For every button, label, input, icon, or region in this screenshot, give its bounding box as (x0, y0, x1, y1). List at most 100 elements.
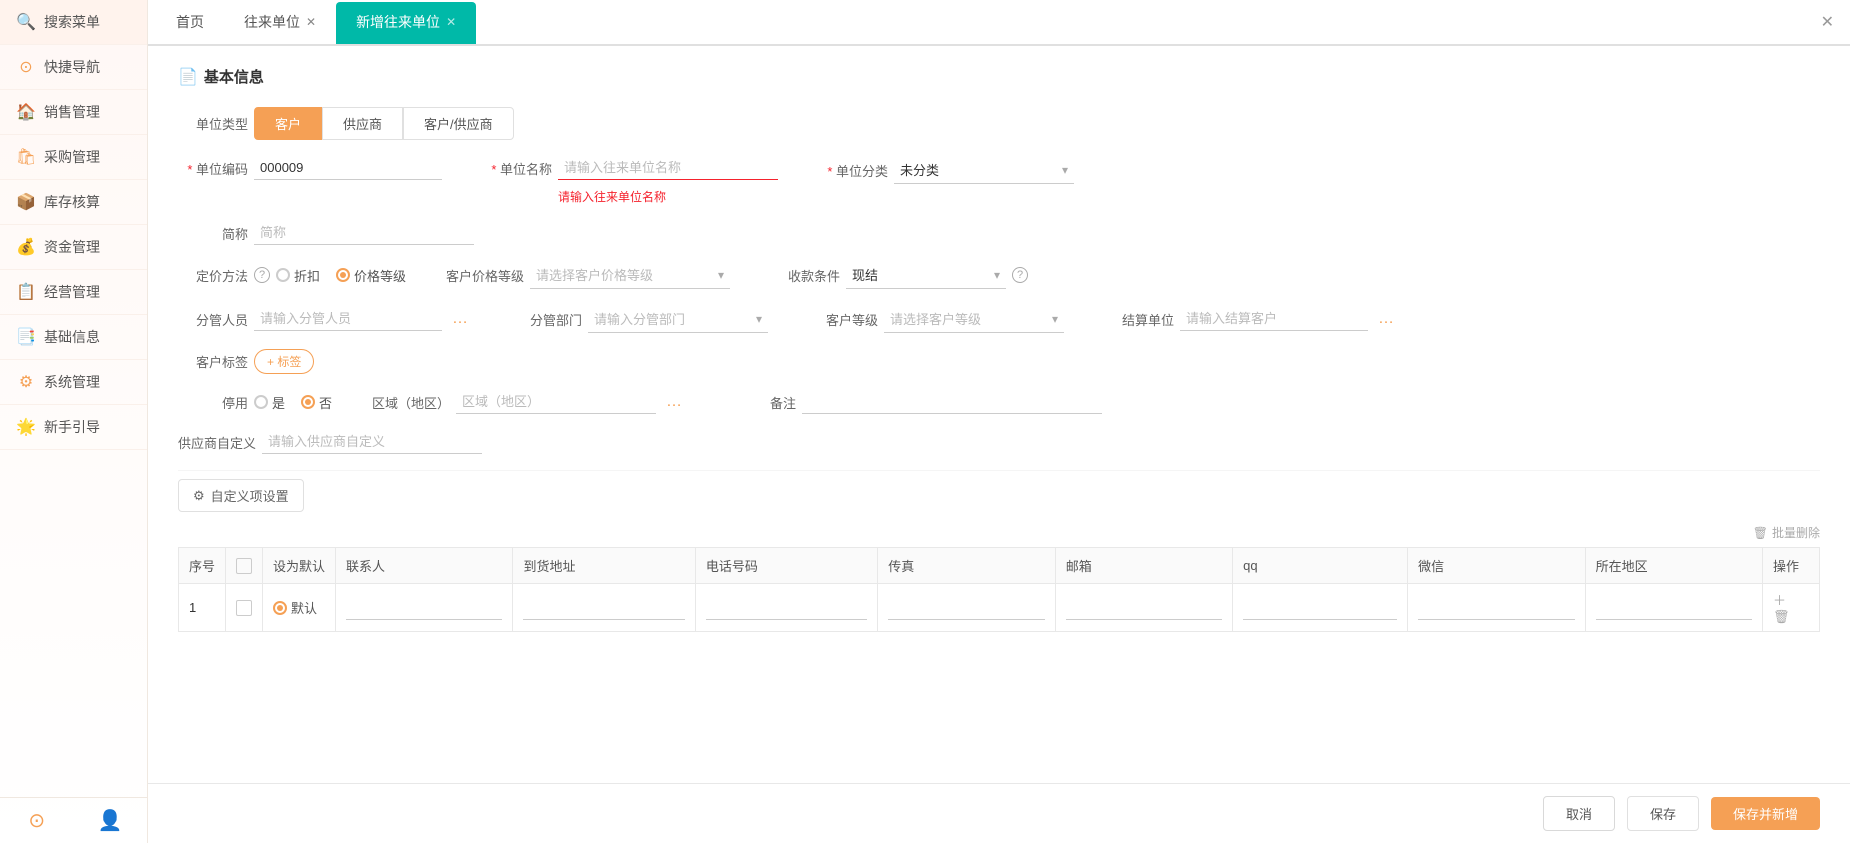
row-region-input[interactable] (1596, 596, 1752, 620)
unit-name-field: 单位名称 请输入往来单位名称 (482, 156, 778, 205)
th-index: 序号 (179, 548, 226, 584)
cancel-button[interactable]: 取消 (1543, 796, 1615, 831)
settlement-more-btn[interactable]: … (1374, 310, 1398, 328)
sidebar-item-purchase[interactable]: 🛍 采购管理 (0, 135, 147, 180)
unit-type-customer-btn[interactable]: 客户 (254, 107, 322, 140)
contact-input[interactable] (346, 596, 502, 620)
row-add-btn[interactable]: ＋ (1773, 593, 1786, 608)
manager-more-btn[interactable]: … (448, 310, 472, 328)
td-contact (336, 584, 513, 632)
region-more-btn[interactable]: … (662, 393, 686, 411)
custom-settings-btn[interactable]: ⚙ 自定义项设置 (178, 479, 304, 512)
unit-code-input[interactable] (254, 156, 442, 180)
sidebar-item-sales[interactable]: 🏠 销售管理 (0, 90, 147, 135)
pricing-method-field: 定价方法 ? 折扣 价格等级 (178, 266, 406, 285)
sidebar-user-btn[interactable]: 👤 (74, 798, 148, 843)
tab-bar: 首页 往来单位 ✕ 新增往来单位 ✕ ✕ (148, 0, 1850, 46)
unit-type-label: 单位类型 (178, 114, 248, 133)
payment-terms-help[interactable]: ? (1012, 267, 1028, 283)
customer-level-label: 客户等级 (808, 310, 878, 329)
wechat-input[interactable] (1418, 596, 1574, 620)
unit-name-input[interactable] (558, 156, 778, 180)
unit-type-row: 单位类型 客户 供应商 客户/供应商 (178, 107, 1820, 140)
add-tag-btn[interactable]: + 标签 (254, 349, 314, 374)
unit-category-chevron: ▾ (1062, 163, 1068, 177)
bulk-delete-label[interactable]: 批量删除 (1772, 524, 1820, 541)
customer-level-chevron: ▾ (1052, 312, 1058, 326)
form-footer: 取消 保存 保存并新增 (148, 783, 1850, 843)
settlement-unit-field: 结算单位 … (1104, 307, 1398, 331)
form-content: 📄 基本信息 单位类型 客户 供应商 客户/供应商 单位编码 (148, 46, 1850, 783)
sidebar-item-basic[interactable]: 📑 基础信息 (0, 315, 147, 360)
payment-terms-chevron: ▾ (994, 268, 1000, 282)
tab-partners-close[interactable]: ✕ (306, 15, 316, 29)
sidebar-item-quicknav[interactable]: ⊙ 快捷导航 (0, 45, 147, 90)
disable-field: 停用 是 否 (178, 393, 332, 412)
unit-type-both-btn[interactable]: 客户/供应商 (403, 107, 514, 140)
remarks-input[interactable] (802, 390, 1102, 414)
disable-label: 停用 (178, 393, 248, 412)
disable-radio-yes[interactable]: 是 (254, 393, 285, 412)
manager-label: 分管人员 (178, 310, 248, 329)
settlement-unit-input[interactable] (1180, 307, 1368, 331)
settings-gear-icon: ⚙ (193, 488, 205, 504)
manager-input[interactable] (254, 307, 442, 331)
save-new-button[interactable]: 保存并新增 (1711, 797, 1820, 830)
tab-partners[interactable]: 往来单位 ✕ (224, 2, 336, 44)
department-select[interactable]: 请输入分管部门 ▾ (588, 305, 768, 333)
sidebar: 🔍 搜索菜单 ⊙ 快捷导航 🏠 销售管理 🛍 采购管理 📦 库存核算 💰 资金管… (0, 0, 148, 843)
search-icon: 🔍 (16, 12, 36, 32)
unit-category-select[interactable]: 未分类 ▾ (894, 156, 1074, 184)
contacts-table: 序号 设为默认 联系人 到货地址 电话号码 传真 邮箱 qq 微信 所在地区 操… (178, 547, 1820, 632)
payment-terms-select[interactable]: 现结 ▾ (846, 261, 1006, 289)
abbreviation-input[interactable] (254, 221, 474, 245)
bulk-delete-icon: 🗑 (1753, 526, 1768, 540)
phone-input[interactable] (706, 596, 867, 620)
sidebar-item-finance[interactable]: 💰 资金管理 (0, 225, 147, 270)
tab-new-partner-close[interactable]: ✕ (446, 15, 456, 29)
pricing-radio-level[interactable]: 价格等级 (336, 266, 406, 285)
customer-price-level-select[interactable]: 请选择客户价格等级 ▾ (530, 261, 730, 289)
pricing-discount-circle (276, 268, 290, 282)
pricing-method-label: 定价方法 (178, 266, 248, 285)
sidebar-item-search[interactable]: 🔍 搜索菜单 (0, 0, 147, 45)
unit-type-supplier-btn[interactable]: 供应商 (322, 107, 403, 140)
pricing-radio-group: 折扣 价格等级 (276, 266, 406, 285)
fax-input[interactable] (888, 596, 1044, 620)
default-radio[interactable]: 默认 (273, 598, 325, 617)
td-phone (695, 584, 877, 632)
email-input[interactable] (1066, 596, 1222, 620)
section-title-basic: 📄 基本信息 (178, 66, 1820, 87)
th-checkbox (226, 548, 263, 584)
customer-level-select[interactable]: 请选择客户等级 ▾ (884, 305, 1064, 333)
payment-terms-label: 收款条件 (770, 266, 840, 285)
supplier-custom-input[interactable] (262, 430, 482, 454)
tab-home[interactable]: 首页 (156, 2, 224, 44)
pricing-radio-discount[interactable]: 折扣 (276, 266, 320, 285)
code-name-category-row: 单位编码 单位名称 请输入往来单位名称 单位分类 未分类 ▾ (178, 156, 1820, 205)
region-input[interactable] (456, 390, 656, 414)
save-button[interactable]: 保存 (1627, 796, 1699, 831)
tab-bar-close-all[interactable]: ✕ (1813, 12, 1842, 32)
sidebar-item-inventory[interactable]: 📦 库存核算 (0, 180, 147, 225)
header-checkbox[interactable] (236, 558, 252, 574)
customer-level-field: 客户等级 请选择客户等级 ▾ (808, 305, 1064, 333)
sidebar-home-btn[interactable]: ⊙ (0, 798, 74, 843)
sidebar-item-operations[interactable]: 📋 经营管理 (0, 270, 147, 315)
newbie-icon: 🌟 (16, 417, 36, 437)
address-input[interactable] (523, 596, 684, 620)
region-label: 区域（地区） (372, 393, 450, 412)
customer-price-level-chevron: ▾ (718, 268, 724, 282)
unit-code-field: 单位编码 (178, 156, 442, 180)
abbreviation-label: 简称 (178, 224, 248, 243)
disable-radio-no[interactable]: 否 (301, 393, 332, 412)
qq-input[interactable] (1243, 596, 1397, 620)
row-checkbox[interactable] (236, 600, 252, 616)
sidebar-item-system[interactable]: ⚙ 系统管理 (0, 360, 147, 405)
operations-icon: 📋 (16, 282, 36, 302)
bulk-delete-area: 🗑 批量删除 (178, 524, 1820, 541)
tab-new-partner[interactable]: 新增往来单位 ✕ (336, 2, 476, 44)
row-delete-btn[interactable]: 🗑 (1773, 609, 1790, 624)
sidebar-item-newbie[interactable]: 🌟 新手引导 (0, 405, 147, 450)
pricing-method-help[interactable]: ? (254, 267, 270, 283)
